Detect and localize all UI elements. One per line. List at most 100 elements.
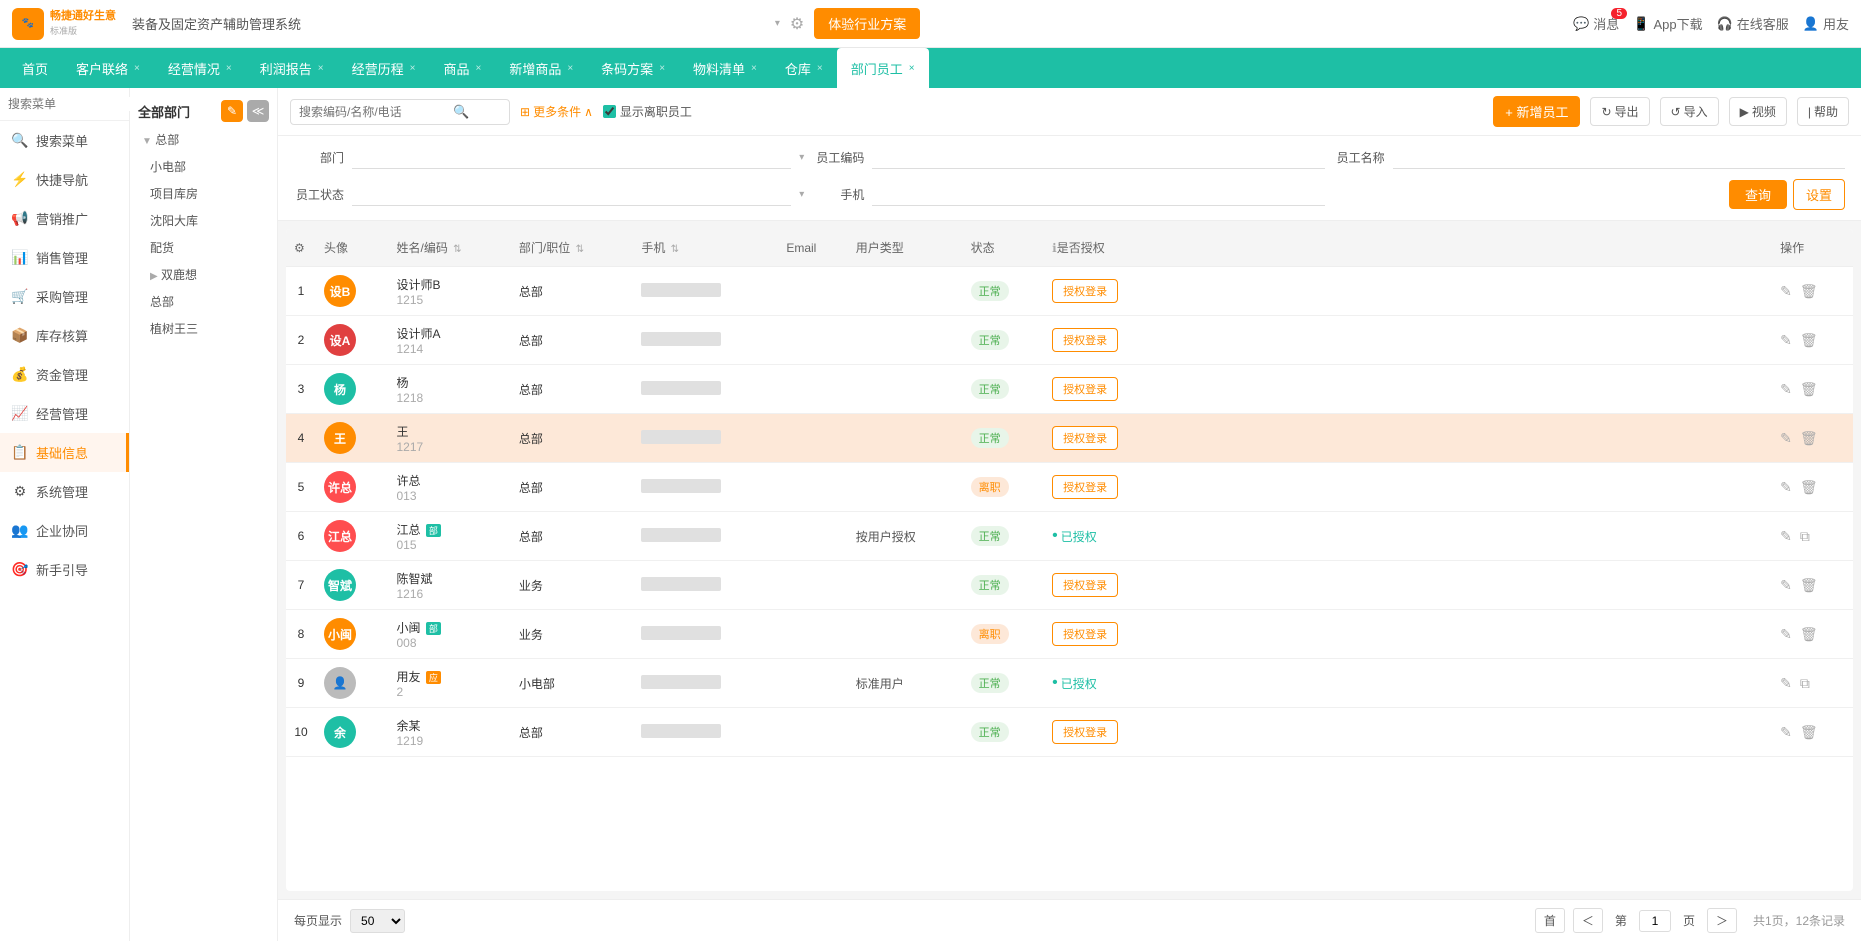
sidebar-item-inventory[interactable]: 📦 库存核算 bbox=[0, 316, 129, 355]
sidebar-item-collab[interactable]: 👥 企业协同 bbox=[0, 511, 129, 550]
emp-code-filter-input[interactable] bbox=[872, 146, 1324, 169]
delete-icon[interactable]: 🗑 bbox=[1800, 283, 1818, 300]
auth-btn[interactable]: 授权登录 bbox=[1052, 377, 1118, 401]
next-page-btn[interactable]: ＞ bbox=[1707, 908, 1737, 933]
show-resigned-input[interactable] bbox=[603, 105, 616, 118]
tab-operation[interactable]: 经营情况× bbox=[154, 48, 246, 88]
close-icon[interactable]: × bbox=[475, 63, 481, 74]
export-button[interactable]: ↻ 导出 bbox=[1590, 97, 1649, 126]
dept-node-root[interactable]: ▼ 总部 bbox=[134, 126, 273, 153]
sidebar-item-search[interactable]: 🔍 搜索菜单 bbox=[0, 121, 129, 160]
prev-page-btn[interactable]: ＜ bbox=[1573, 908, 1603, 933]
dept-filter-select[interactable] bbox=[352, 146, 791, 169]
view-button[interactable]: ▶ 视频 bbox=[1729, 97, 1787, 126]
filter-search-input[interactable] bbox=[299, 105, 449, 119]
tab-employees[interactable]: 部门员工× bbox=[837, 48, 929, 88]
auth-btn[interactable]: 授权登录 bbox=[1052, 279, 1118, 303]
edit-icon[interactable]: ✎ bbox=[1780, 332, 1792, 349]
dept-add-btn[interactable]: ✎ bbox=[221, 100, 243, 122]
tab-warehouse[interactable]: 仓库× bbox=[771, 48, 837, 88]
edit-icon[interactable]: ✎ bbox=[1780, 724, 1792, 741]
edit-icon[interactable]: ✎ bbox=[1780, 430, 1792, 447]
dept-node-xiaodian[interactable]: 小电部 bbox=[134, 153, 273, 180]
sidebar-item-finance[interactable]: 💰 资金管理 bbox=[0, 355, 129, 394]
sidebar-item-sales[interactable]: 📊 销售管理 bbox=[0, 238, 129, 277]
first-page-btn[interactable]: 首 bbox=[1535, 908, 1565, 933]
edit-icon[interactable]: ✎ bbox=[1780, 283, 1792, 300]
tab-customer[interactable]: 客户联络× bbox=[62, 48, 154, 88]
help-button[interactable]: | 帮助 bbox=[1797, 97, 1849, 126]
tab-goods[interactable]: 商品× bbox=[429, 48, 495, 88]
col-dept[interactable]: 部门/职位 ⇅ bbox=[511, 229, 633, 267]
dept-node-shuanglu[interactable]: ▶ 双鹿想 bbox=[134, 261, 273, 288]
copy-icon[interactable]: ⧉ bbox=[1800, 528, 1810, 545]
close-icon[interactable]: × bbox=[659, 63, 665, 74]
edit-icon[interactable]: ✎ bbox=[1780, 577, 1792, 594]
auth-btn[interactable]: 授权登录 bbox=[1052, 622, 1118, 646]
system-title-chevron[interactable]: ▾ bbox=[775, 18, 780, 29]
sidebar-item-purchase[interactable]: 🛒 采购管理 bbox=[0, 277, 129, 316]
tab-barcode[interactable]: 条码方案× bbox=[587, 48, 679, 88]
col-name[interactable]: 姓名/编码 ⇅ bbox=[388, 229, 510, 267]
filter-more-btn[interactable]: ⊞ 更多条件 ∧ bbox=[520, 103, 593, 120]
auth-btn[interactable]: 授权登录 bbox=[1052, 720, 1118, 744]
tab-home[interactable]: 首页 bbox=[8, 48, 62, 88]
close-icon[interactable]: × bbox=[410, 63, 416, 74]
dept-node-project[interactable]: 项目库房 bbox=[134, 180, 273, 207]
copy-icon[interactable]: ⧉ bbox=[1800, 675, 1810, 692]
dept-node-shenyang[interactable]: 沈阳大库 bbox=[134, 207, 273, 234]
close-icon[interactable]: × bbox=[567, 63, 573, 74]
delete-icon[interactable]: 🗑 bbox=[1800, 724, 1818, 741]
delete-icon[interactable]: 🗑 bbox=[1800, 577, 1818, 594]
delete-icon[interactable]: 🗑 bbox=[1800, 626, 1818, 643]
online-service-btn[interactable]: 🎧 在线客服 bbox=[1717, 14, 1789, 33]
per-page-select[interactable]: 50 20 100 bbox=[350, 909, 405, 933]
dept-node-distribution[interactable]: 配货 bbox=[134, 234, 273, 261]
edit-icon[interactable]: ✎ bbox=[1780, 528, 1792, 545]
close-icon[interactable]: × bbox=[817, 63, 823, 74]
user-avatar[interactable]: 👤 用友 bbox=[1803, 14, 1849, 33]
sidebar-item-quicknav[interactable]: ⚡ 快捷导航 bbox=[0, 160, 129, 199]
tab-bom[interactable]: 物料清单× bbox=[679, 48, 771, 88]
tab-history[interactable]: 经营历程× bbox=[338, 48, 430, 88]
phone-filter-input[interactable] bbox=[872, 183, 1324, 206]
tab-profit[interactable]: 利润报告× bbox=[246, 48, 338, 88]
dept-node-zongbu[interactable]: 总部 bbox=[134, 288, 273, 315]
sidebar-item-bizmanage[interactable]: 📈 经营管理 bbox=[0, 394, 129, 433]
edit-icon[interactable]: ✎ bbox=[1780, 381, 1792, 398]
dept-node-zhishu[interactable]: 植树王三 bbox=[134, 315, 273, 342]
delete-icon[interactable]: 🗑 bbox=[1800, 332, 1818, 349]
close-icon[interactable]: × bbox=[751, 63, 757, 74]
close-icon[interactable]: × bbox=[226, 63, 232, 74]
import-button[interactable]: ↺ 导入 bbox=[1660, 97, 1719, 126]
sidebar-item-guide[interactable]: 🎯 新手引导 bbox=[0, 550, 129, 589]
auth-btn[interactable]: 授权登录 bbox=[1052, 475, 1118, 499]
auth-btn[interactable]: 授权登录 bbox=[1052, 426, 1118, 450]
settings-icon[interactable]: ⚙ bbox=[790, 14, 804, 34]
show-resigned-checkbox[interactable]: 显示离职员工 bbox=[603, 103, 692, 120]
query-button[interactable]: 查询 bbox=[1729, 180, 1787, 209]
emp-name-filter-input[interactable] bbox=[1393, 146, 1845, 169]
edit-icon[interactable]: ✎ bbox=[1780, 479, 1792, 496]
sidebar-item-baseinfo[interactable]: 📋 基础信息 bbox=[0, 433, 129, 472]
auth-btn[interactable]: 授权登录 bbox=[1052, 328, 1118, 352]
emp-status-filter-select[interactable] bbox=[352, 183, 791, 206]
sidebar-item-sysmanage[interactable]: ⚙ 系统管理 bbox=[0, 472, 129, 511]
col-phone[interactable]: 手机 ⇅ bbox=[633, 229, 778, 267]
close-icon[interactable]: × bbox=[318, 63, 324, 74]
edit-icon[interactable]: ✎ bbox=[1780, 675, 1792, 692]
delete-icon[interactable]: 🗑 bbox=[1800, 479, 1818, 496]
delete-icon[interactable]: 🗑 bbox=[1800, 430, 1818, 447]
set-button[interactable]: 设置 bbox=[1793, 179, 1845, 210]
close-icon[interactable]: × bbox=[134, 63, 140, 74]
trial-button[interactable]: 体验行业方案 bbox=[814, 8, 920, 39]
auth-btn[interactable]: 授权登录 bbox=[1052, 573, 1118, 597]
edit-icon[interactable]: ✎ bbox=[1780, 626, 1792, 643]
page-number-input[interactable] bbox=[1639, 910, 1671, 932]
tab-add-goods[interactable]: 新增商品× bbox=[495, 48, 587, 88]
message-btn[interactable]: 💬 消息 5 bbox=[1573, 14, 1619, 33]
col-settings[interactable]: ⚙ bbox=[286, 229, 316, 267]
sidebar-item-marketing[interactable]: 📢 营销推广 bbox=[0, 199, 129, 238]
add-employee-button[interactable]: + 新增员工 bbox=[1493, 96, 1580, 127]
close-icon[interactable]: × bbox=[909, 63, 915, 74]
